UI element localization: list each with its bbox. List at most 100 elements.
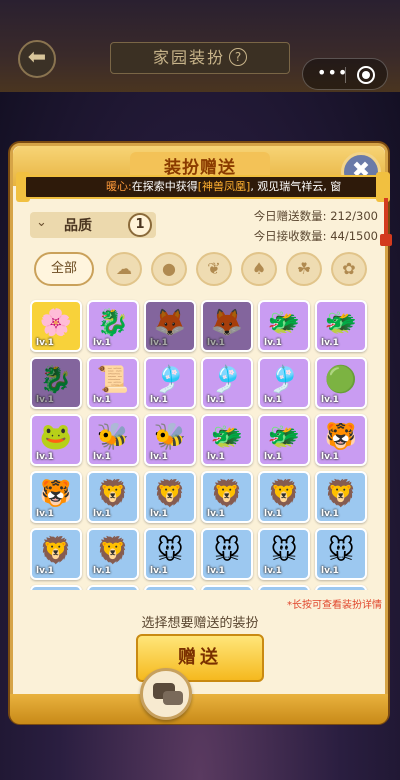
decoration-tile[interactable]: 🎐 lv.1 — [201, 357, 253, 409]
decoration-icon: 🐭 — [213, 536, 241, 566]
tile-level: lv.1 — [207, 395, 225, 405]
decoration-tile[interactable]: 🐲 — [315, 585, 367, 590]
decoration-tile[interactable]: 🦁 lv.1 — [315, 471, 367, 523]
decoration-tile[interactable]: 🐝 lv.1 — [87, 414, 139, 466]
decoration-tile[interactable]: 🎐 lv.1 — [258, 357, 310, 409]
decoration-tile[interactable]: 🐲 lv.1 — [258, 414, 310, 466]
chevron-down-icon: ⌄ — [36, 215, 47, 230]
decoration-icon: 🦁 — [153, 479, 187, 509]
decoration-icon: 🐯 — [324, 422, 358, 452]
more-icon[interactable]: ••• — [317, 63, 348, 82]
quality-filter[interactable]: ⌄ 品质 1 — [30, 212, 156, 238]
tile-level: lv.1 — [264, 566, 282, 576]
tile-level: lv.1 — [93, 566, 111, 576]
decoration-icon: 🦊 — [210, 308, 244, 338]
received-count: 今日接收数量: 44/1500 — [253, 229, 378, 243]
decoration-icon: 🐭 — [327, 536, 355, 566]
announcement-ticker: 暖心:在探索中获得[神兽凤凰], 观见瑞气祥云, 窗 — [24, 175, 384, 199]
select-hint: 选择想要赠送的装扮 — [141, 616, 259, 631]
filter-all[interactable]: 全部 — [34, 252, 94, 286]
decoration-tile[interactable]: 🐲 — [258, 585, 310, 590]
filter-mushroom-icon[interactable]: ♠ — [241, 252, 277, 286]
decoration-icon: 🟢 — [324, 365, 358, 395]
decoration-icon: 🐸 — [39, 422, 73, 452]
ticker-text-tail: , 观见瑞气祥云, 窗 — [250, 180, 342, 193]
filter-leaf-icon[interactable]: ❦ — [196, 252, 232, 286]
decoration-tile[interactable]: 🐲 lv.1 — [201, 414, 253, 466]
help-icon[interactable]: ? — [229, 48, 247, 66]
decoration-tile[interactable]: 🎐 lv.1 — [144, 357, 196, 409]
decoration-tile[interactable]: 🐲 — [30, 585, 82, 590]
decoration-tile[interactable]: 🟢 lv.1 — [315, 357, 367, 409]
decoration-tile[interactable]: 🐯 lv.1 — [315, 414, 367, 466]
decoration-tile[interactable]: 🦊 lv.1 — [144, 300, 196, 352]
tile-level: lv.1 — [207, 566, 225, 576]
decoration-tile[interactable]: 🐭 lv.1 — [315, 528, 367, 580]
filter-cloud-icon[interactable]: ☁ — [106, 252, 142, 286]
decoration-icon: 🦁 — [324, 479, 358, 509]
tile-level: lv.1 — [36, 395, 54, 405]
tile-level: lv.1 — [36, 509, 54, 519]
daily-counts: 今日赠送数量: 212/300 今日接收数量: 44/1500 — [218, 206, 378, 246]
decoration-tile[interactable]: 🐲 lv.1 — [258, 300, 310, 352]
tile-level: lv.1 — [93, 509, 111, 519]
filter-flower-icon[interactable]: ✿ — [331, 252, 367, 286]
decoration-tile[interactable]: 🦁 lv.1 — [30, 528, 82, 580]
top-bar: ⬅ 家园装扮? ••• — [0, 0, 400, 92]
category-filters: 全部 ☁ ● ❦ ♠ ☘ ✿ — [34, 252, 374, 286]
tile-level: lv.1 — [150, 338, 168, 348]
decoration-tile[interactable]: 🐲 lv.1 — [315, 300, 367, 352]
tassel-decoration — [380, 198, 392, 246]
decoration-tile[interactable]: 🐯 lv.1 — [30, 471, 82, 523]
decoration-tile[interactable]: 🐸 lv.1 — [30, 414, 82, 466]
decoration-icon: 🦁 — [210, 479, 244, 509]
decoration-icon: 🐭 — [156, 536, 184, 566]
decoration-icon: 🐭 — [270, 536, 298, 566]
decoration-tile[interactable]: 🐝 lv.1 — [144, 414, 196, 466]
decoration-tile[interactable]: 🐭 lv.1 — [144, 528, 196, 580]
tile-level: lv.1 — [264, 395, 282, 405]
decoration-tile[interactable]: 🐉 lv.1 — [30, 357, 82, 409]
decoration-icon: 🐝 — [153, 422, 187, 452]
decoration-tile[interactable]: 🐲 — [87, 585, 139, 590]
decoration-tile[interactable]: 📜 lv.1 — [87, 357, 139, 409]
decoration-tile[interactable]: 🐲 — [201, 585, 253, 590]
decoration-tile[interactable]: 🦁 lv.1 — [201, 471, 253, 523]
decoration-tile[interactable]: 🐉 lv.1 — [87, 300, 139, 352]
decoration-icon: 🐲 — [267, 422, 301, 452]
filter-plant-icon[interactable]: ☘ — [286, 252, 322, 286]
decoration-tile[interactable]: 🐭 lv.1 — [258, 528, 310, 580]
quality-label: 品质 — [64, 218, 92, 234]
ticker-text: 在探索中获得 — [131, 180, 198, 193]
back-arrow-icon: ⬅ — [27, 45, 47, 70]
tile-level: lv.1 — [264, 509, 282, 519]
decoration-icon: 🦁 — [96, 536, 130, 566]
decoration-tile[interactable]: 🦁 lv.1 — [144, 471, 196, 523]
long-press-tip: *长按可查看装扮详情 — [287, 600, 382, 611]
close-miniapp-icon[interactable] — [357, 66, 375, 84]
tile-level: lv.1 — [321, 338, 339, 348]
decoration-tile[interactable]: 🦊 lv.1 — [201, 300, 253, 352]
decoration-tile[interactable]: 🌸 lv.1 — [30, 300, 82, 352]
tile-level: lv.1 — [321, 395, 339, 405]
decoration-icon: 🐯 — [39, 479, 73, 509]
tile-level: lv.1 — [150, 509, 168, 519]
decoration-icon: 🦊 — [153, 308, 187, 338]
chat-button[interactable] — [140, 668, 192, 720]
decoration-tile[interactable]: 🦁 lv.1 — [258, 471, 310, 523]
ticker-item: [神兽凤凰] — [197, 180, 251, 193]
filter-ball-icon[interactable]: ● — [151, 252, 187, 286]
decoration-tile[interactable]: 🦁 lv.1 — [87, 471, 139, 523]
decoration-tile[interactable]: 🦁 lv.1 — [87, 528, 139, 580]
tile-level: lv.1 — [264, 452, 282, 462]
decoration-icon: 🎐 — [153, 365, 187, 395]
decoration-icon: 🐉 — [96, 308, 130, 338]
back-button[interactable]: ⬅ — [18, 40, 56, 78]
decoration-tile[interactable]: 🐲 — [144, 585, 196, 590]
tile-level: lv.1 — [150, 395, 168, 405]
decoration-icon: 🎐 — [267, 365, 301, 395]
tile-level: lv.1 — [321, 509, 339, 519]
decoration-tile[interactable]: 🐭 lv.1 — [201, 528, 253, 580]
ticker-user: 暖心: — [106, 180, 132, 193]
decoration-icon: 🐲 — [210, 422, 244, 452]
